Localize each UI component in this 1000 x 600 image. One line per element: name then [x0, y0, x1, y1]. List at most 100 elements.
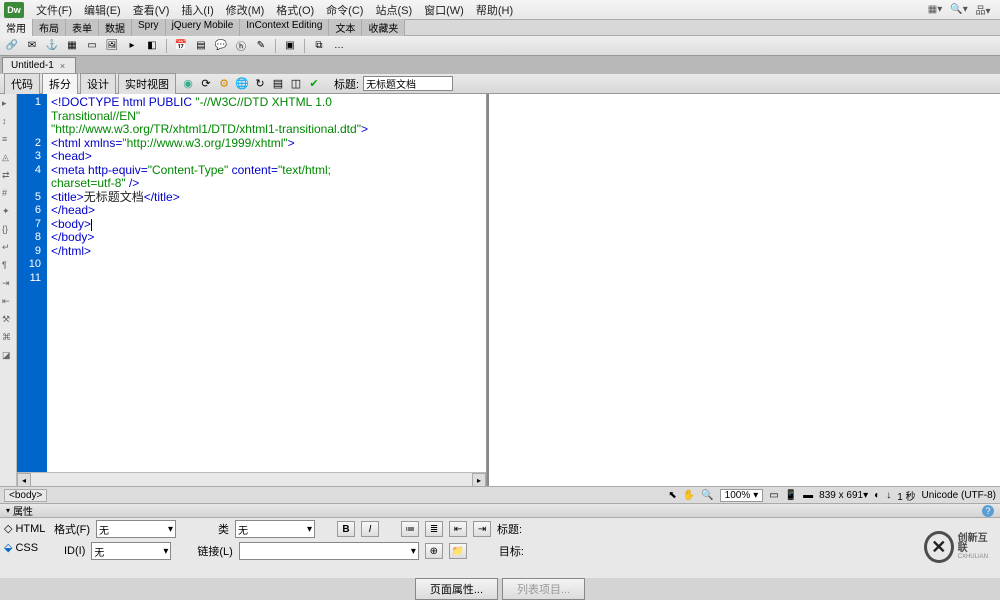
- window-size-icon[interactable]: ▭: [769, 490, 778, 501]
- menu-item[interactable]: 编辑(E): [78, 0, 127, 20]
- hand-icon[interactable]: ✋: [683, 490, 695, 501]
- menu-item[interactable]: 站点(S): [369, 0, 418, 20]
- browse-folder-icon[interactable]: 📁: [449, 543, 467, 559]
- format-select[interactable]: 无▾: [96, 520, 176, 538]
- category-tab[interactable]: 布局: [33, 19, 66, 36]
- document-tab[interactable]: Untitled-1 ×: [2, 57, 76, 73]
- point-to-file-icon[interactable]: ⊕: [425, 543, 443, 559]
- connection-icon[interactable]: ◐: [874, 490, 880, 501]
- link-select[interactable]: ▾: [239, 542, 419, 560]
- tag-selector-breadcrumb[interactable]: <body>: [4, 489, 47, 502]
- page-properties-button[interactable]: 页面属性...: [415, 578, 498, 600]
- pointer-icon[interactable]: ⬉: [668, 490, 676, 501]
- download-icon[interactable]: ↓: [886, 490, 891, 501]
- syntax-icon[interactable]: {}: [2, 224, 14, 236]
- menu-item[interactable]: 格式(O): [270, 0, 320, 20]
- line-numbers-icon[interactable]: #: [2, 188, 14, 200]
- indent-icon[interactable]: ⇥: [2, 278, 14, 290]
- chevron-down-icon[interactable]: ▾: [6, 506, 10, 515]
- category-tab[interactable]: jQuery Mobile: [166, 19, 241, 36]
- open-docs-icon[interactable]: ▸: [2, 98, 14, 110]
- snippets-icon[interactable]: ◪: [2, 350, 14, 362]
- more-icon[interactable]: …: [331, 38, 347, 54]
- bold-button[interactable]: B: [337, 521, 355, 537]
- phone-icon[interactable]: 📱: [785, 490, 797, 501]
- scroll-left-icon[interactable]: ◂: [17, 473, 31, 486]
- options-icon[interactable]: ▤: [270, 76, 286, 92]
- highlight-icon[interactable]: ✦: [2, 206, 14, 218]
- indent-button[interactable]: ⇥: [473, 521, 491, 537]
- extend-icon[interactable]: 品▾: [974, 2, 992, 18]
- design-view-button[interactable]: 设计: [80, 73, 116, 95]
- scroll-right-icon[interactable]: ▸: [472, 473, 486, 486]
- split-view-button[interactable]: 拆分: [42, 73, 78, 95]
- italic-button[interactable]: I: [361, 521, 379, 537]
- live-view-button[interactable]: 实时视图: [118, 73, 176, 95]
- script-icon[interactable]: ✎: [253, 38, 269, 54]
- refresh-icon[interactable]: ↻: [252, 76, 268, 92]
- collapse-icon[interactable]: ↕: [2, 116, 14, 128]
- outdent-button[interactable]: ⇤: [449, 521, 467, 537]
- check-icon[interactable]: ✔: [306, 76, 322, 92]
- word-wrap-icon[interactable]: ↵: [2, 242, 14, 254]
- email-icon[interactable]: ✉: [24, 38, 40, 54]
- templates-icon[interactable]: ▣: [282, 38, 298, 54]
- table-icon[interactable]: ▦: [64, 38, 80, 54]
- layout-icon[interactable]: ▦▾: [926, 2, 944, 18]
- select-parent-icon[interactable]: ◬: [2, 152, 14, 164]
- category-tab[interactable]: 表单: [66, 19, 99, 36]
- category-tab[interactable]: 收藏夹: [362, 19, 405, 36]
- close-icon[interactable]: ×: [60, 61, 65, 71]
- category-tab[interactable]: Spry: [132, 19, 166, 36]
- menu-item[interactable]: 修改(M): [220, 0, 271, 20]
- comment-icon[interactable]: 💬: [213, 38, 229, 54]
- widget-icon[interactable]: ◧: [144, 38, 160, 54]
- css-mode-toggle[interactable]: ⬙CSS: [4, 541, 46, 554]
- id-select[interactable]: 无▾: [91, 542, 171, 560]
- anchor-icon[interactable]: ⚓: [44, 38, 60, 54]
- dimensions-label[interactable]: 839 x 691▾: [819, 490, 868, 501]
- zoom-tool-icon[interactable]: 🔍: [701, 490, 713, 501]
- balance-icon[interactable]: ⇄: [2, 170, 14, 182]
- help-icon[interactable]: ?: [982, 505, 994, 517]
- live-code-icon[interactable]: ◉: [180, 76, 196, 92]
- menu-item[interactable]: 命令(C): [320, 0, 369, 20]
- menu-item[interactable]: 帮助(H): [470, 0, 519, 20]
- recent-icon[interactable]: ⌘: [2, 332, 14, 344]
- category-tab[interactable]: 文本: [329, 19, 362, 36]
- menu-item[interactable]: 插入(I): [175, 0, 219, 20]
- hyperlink-icon[interactable]: 🔗: [4, 38, 20, 54]
- tag-icon[interactable]: ⧉: [311, 38, 327, 54]
- menu-item[interactable]: 窗口(W): [418, 0, 470, 20]
- menu-item[interactable]: 查看(V): [127, 0, 176, 20]
- date-icon[interactable]: 📅: [173, 38, 189, 54]
- zoom-select[interactable]: 100%▾: [720, 489, 764, 502]
- browser-icon[interactable]: 🌐: [234, 76, 250, 92]
- head-icon[interactable]: ⓗ: [233, 38, 249, 54]
- html-mode-toggle[interactable]: ◇HTML: [4, 522, 46, 535]
- outdent-icon[interactable]: ⇤: [2, 296, 14, 308]
- ol-button[interactable]: ≣: [425, 521, 443, 537]
- code-view-button[interactable]: 代码: [4, 73, 40, 95]
- media-icon[interactable]: ▸: [124, 38, 140, 54]
- menu-item[interactable]: 文件(F): [30, 0, 78, 20]
- code-content[interactable]: <!DOCTYPE html PUBLIC "-//W3C//DTD XHTML…: [47, 94, 486, 486]
- category-tab[interactable]: InContext Editing: [240, 19, 329, 36]
- horizontal-scrollbar[interactable]: ◂ ▸: [17, 472, 486, 486]
- search-icon[interactable]: 🔍▾: [950, 2, 968, 18]
- hidden-chars-icon[interactable]: ¶: [2, 260, 14, 272]
- category-tab[interactable]: 常用: [0, 19, 33, 36]
- visual-aids-icon[interactable]: ◫: [288, 76, 304, 92]
- server-debug-icon[interactable]: ⚙: [216, 76, 232, 92]
- design-preview-pane[interactable]: [487, 94, 1000, 486]
- properties-panel-header[interactable]: ▾ 属性 ?: [0, 504, 1000, 518]
- tablet-icon[interactable]: ▬: [803, 490, 813, 501]
- server-icon[interactable]: ▤: [193, 38, 209, 54]
- ul-button[interactable]: ≔: [401, 521, 419, 537]
- format-icon[interactable]: ⚒: [2, 314, 14, 326]
- image-icon[interactable]: 🖼: [104, 38, 120, 54]
- inspect-icon[interactable]: ⟳: [198, 76, 214, 92]
- class-select[interactable]: 无▾: [235, 520, 315, 538]
- category-tab[interactable]: 数据: [99, 19, 132, 36]
- div-icon[interactable]: ▭: [84, 38, 100, 54]
